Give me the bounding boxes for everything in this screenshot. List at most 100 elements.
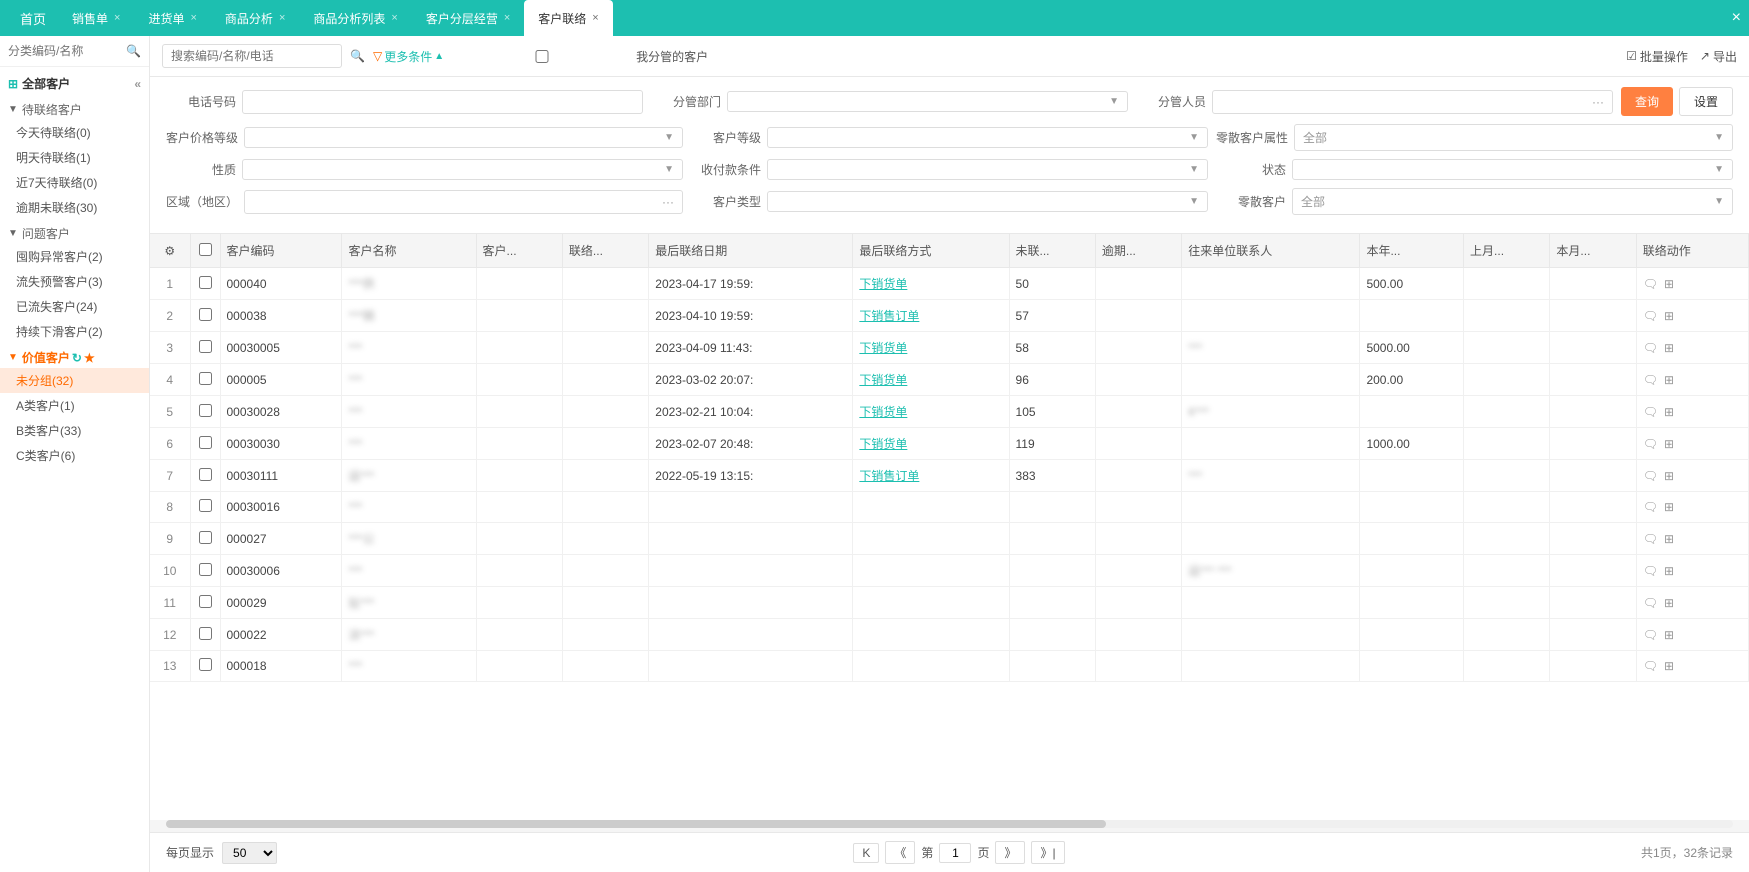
problem-group-label[interactable]: ▼ 问题客户 [0, 220, 149, 244]
row-last-way[interactable] [853, 492, 1009, 523]
sidebar-item-declining[interactable]: 持续下滑客户(2) [0, 319, 149, 344]
dept-select[interactable]: ▼ [727, 91, 1128, 112]
status-select[interactable]: ▼ [1292, 159, 1733, 180]
row-checkbox-cell[interactable] [190, 396, 220, 428]
close-all-button[interactable]: × [1732, 9, 1741, 27]
row-checkbox[interactable] [199, 308, 212, 321]
tab-customer-segment[interactable]: 客户分层经营 × [412, 0, 524, 36]
last-way-link[interactable]: 下销售订单 [859, 309, 919, 323]
export-btn[interactable]: ↗ 导出 [1700, 48, 1737, 65]
row-last-way[interactable]: 下销货单 [853, 268, 1009, 300]
message-icon[interactable]: 🗨 [1643, 564, 1658, 578]
settings-th[interactable]: ⚙ [150, 234, 190, 268]
manager-select[interactable]: ··· [1212, 90, 1613, 114]
grid-action-icon[interactable]: ⊞ [1664, 659, 1674, 673]
row-last-way[interactable]: 下销货单 [853, 428, 1009, 460]
refresh-icon[interactable]: ↻ [72, 351, 82, 365]
horizontal-scrollbar[interactable] [166, 820, 1733, 828]
first-page-btn[interactable]: K [853, 843, 879, 863]
row-checkbox-cell[interactable] [190, 364, 220, 396]
select-all-checkbox[interactable] [199, 243, 212, 256]
sidebar-item-7days[interactable]: 近7天待联络(0) [0, 170, 149, 195]
grid-action-icon[interactable]: ⊞ [1664, 437, 1674, 451]
row-checkbox[interactable] [199, 499, 212, 512]
row-checkbox[interactable] [199, 468, 212, 481]
row-checkbox[interactable] [199, 658, 212, 671]
sidebar-item-lost[interactable]: 已流失客户(24) [0, 294, 149, 319]
row-checkbox[interactable] [199, 276, 212, 289]
sidebar-item-today[interactable]: 今天待联络(0) [0, 120, 149, 145]
message-icon[interactable]: 🗨 [1643, 532, 1658, 546]
row-last-way[interactable] [853, 523, 1009, 555]
batch-ops-btn[interactable]: ☑ 批量操作 [1626, 48, 1688, 65]
reset-button[interactable]: 设置 [1679, 87, 1733, 116]
sidebar-item-class-a[interactable]: A类客户(1) [0, 393, 149, 418]
row-checkbox-cell[interactable] [190, 300, 220, 332]
tab-analysis-list[interactable]: 商品分析列表 × [299, 0, 411, 36]
tab-purchase[interactable]: 进货单 × [134, 0, 210, 36]
sidebar-item-hoarding[interactable]: 囤购异常客户(2) [0, 244, 149, 269]
message-icon[interactable]: 🗨 [1643, 628, 1658, 642]
last-way-link[interactable]: 下销货单 [859, 373, 907, 387]
pending-group-label[interactable]: ▼ 待联络客户 [0, 96, 149, 120]
tab-analysis[interactable]: 商品分析 × [211, 0, 299, 36]
query-button[interactable]: 查询 [1621, 87, 1673, 116]
row-checkbox-cell[interactable] [190, 460, 220, 492]
payment-select[interactable]: ▼ [767, 159, 1208, 180]
settings-icon[interactable]: ⚙ [164, 244, 175, 258]
row-checkbox-cell[interactable] [190, 332, 220, 364]
last-way-link[interactable]: 下销货单 [859, 277, 907, 291]
last-way-link[interactable]: 下销货单 [859, 341, 907, 355]
customer-level-select[interactable]: ▼ [767, 127, 1208, 148]
message-icon[interactable]: 🗨 [1643, 405, 1658, 419]
row-last-way[interactable]: 下销售订单 [853, 300, 1009, 332]
retail-attr-select[interactable]: 全部 ▼ [1294, 124, 1733, 151]
last-way-link[interactable]: 下销售订单 [859, 469, 919, 483]
message-icon[interactable]: 🗨 [1643, 500, 1658, 514]
row-checkbox-cell[interactable] [190, 587, 220, 619]
home-tab[interactable]: 首页 [8, 9, 58, 28]
next-page-btn[interactable]: 》 [995, 841, 1025, 864]
last-way-link[interactable]: 下销货单 [859, 437, 907, 451]
value-group-label[interactable]: ▼ 价值客户 ↻ ★ [0, 344, 149, 368]
message-icon[interactable]: 🗨 [1643, 596, 1658, 610]
message-icon[interactable]: 🗨 [1643, 341, 1658, 355]
prev-page-btn[interactable]: 《 [885, 841, 915, 864]
grid-action-icon[interactable]: ⊞ [1664, 564, 1674, 578]
grid-action-icon[interactable]: ⊞ [1664, 277, 1674, 291]
row-last-way[interactable]: 下销货单 [853, 364, 1009, 396]
close-analysis-icon[interactable]: × [279, 12, 285, 24]
row-last-way[interactable] [853, 619, 1009, 651]
price-level-select[interactable]: ▼ [244, 127, 683, 148]
grid-action-icon[interactable]: ⊞ [1664, 341, 1674, 355]
phone-input[interactable] [242, 90, 643, 114]
grid-action-icon[interactable]: ⊞ [1664, 309, 1674, 323]
scrollbar-thumb[interactable] [166, 820, 1106, 828]
row-checkbox[interactable] [199, 340, 212, 353]
grid-action-icon[interactable]: ⊞ [1664, 532, 1674, 546]
message-icon[interactable]: 🗨 [1643, 309, 1658, 323]
row-checkbox[interactable] [199, 627, 212, 640]
close-sales-icon[interactable]: × [114, 12, 120, 24]
row-checkbox-cell[interactable] [190, 523, 220, 555]
sidebar-item-overdue[interactable]: 逾期未联络(30) [0, 195, 149, 220]
message-icon[interactable]: 🗨 [1643, 277, 1658, 291]
region-select[interactable]: ··· [244, 190, 683, 214]
all-customers-header[interactable]: ⊞ 全部客户 « [0, 67, 149, 96]
row-checkbox-cell[interactable] [190, 492, 220, 523]
message-icon[interactable]: 🗨 [1643, 469, 1658, 483]
row-last-way[interactable] [853, 555, 1009, 587]
row-checkbox-cell[interactable] [190, 619, 220, 651]
close-analysis-list-icon[interactable]: × [391, 12, 397, 24]
more-conditions-btn[interactable]: ▽ 更多条件 ▲ [373, 48, 444, 65]
sidebar-item-class-c[interactable]: C类客户(6) [0, 443, 149, 468]
page-number-input[interactable] [939, 843, 971, 863]
grid-action-icon[interactable]: ⊞ [1664, 405, 1674, 419]
row-checkbox[interactable] [199, 595, 212, 608]
nature-select[interactable]: ▼ [242, 159, 683, 180]
close-customer-contact-icon[interactable]: × [592, 12, 598, 24]
row-checkbox[interactable] [199, 372, 212, 385]
close-customer-segment-icon[interactable]: × [504, 12, 510, 24]
sidebar-item-tomorrow[interactable]: 明天待联络(1) [0, 145, 149, 170]
message-icon[interactable]: 🗨 [1643, 659, 1658, 673]
